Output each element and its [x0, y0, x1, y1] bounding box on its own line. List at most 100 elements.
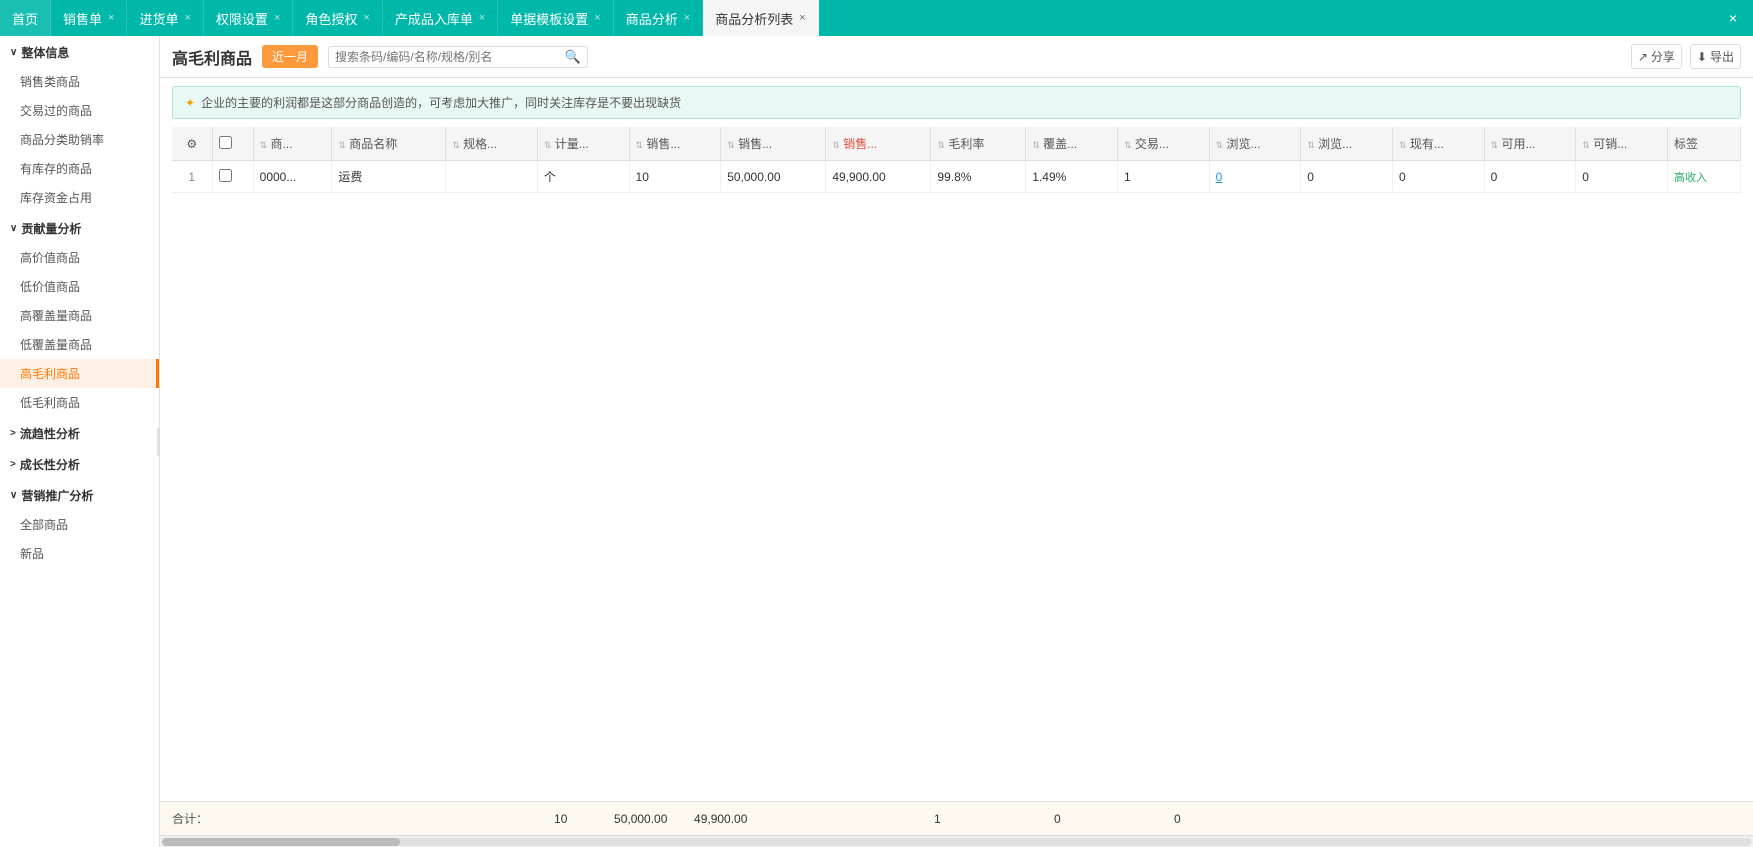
sidebar-item-category-rate[interactable]: 商品分类助销率 — [0, 125, 159, 154]
tab-close-icon[interactable]: × — [363, 12, 369, 24]
scrollbar-track[interactable] — [162, 838, 1751, 846]
summary-empty2 — [848, 812, 928, 826]
tab-purchase-order[interactable]: 进货单 × — [127, 0, 203, 36]
info-banner: ✦ 企业的主要的利润都是这部分商品创造的，可考虑加大推广，同时关注库存是不要出现… — [172, 86, 1741, 119]
tab-template-settings[interactable]: 单据模板设置 × — [498, 0, 613, 36]
export-icon: ⬇ — [1697, 50, 1707, 64]
th-available[interactable]: ⇅ 可用... — [1484, 127, 1576, 161]
data-table: ⚙ ⇅ 商... ⇅ 商品名称 — [172, 127, 1741, 193]
sidebar-item-high-margin[interactable]: 高毛利商品 — [0, 359, 159, 388]
th-sellable[interactable]: ⇅ 可销... — [1576, 127, 1668, 161]
th-sales-amount[interactable]: ⇅ 销售... — [721, 127, 826, 161]
tab-close-icon[interactable]: × — [108, 12, 114, 24]
sidebar-item-low-value[interactable]: 低价值商品 — [0, 272, 159, 301]
sidebar-group-trend[interactable]: > 流趋性分析 — [0, 417, 159, 448]
main-layout: 《 ∨ 整体信息 销售类商品 交易过的商品 商品分类助销率 有库存的商品 库存资… — [0, 36, 1753, 847]
sidebar-group-contribution[interactable]: ∨ 贡献量分析 — [0, 212, 159, 243]
th-browse1[interactable]: ⇅ 浏览... — [1209, 127, 1301, 161]
export-button[interactable]: ⬇ 导出 — [1690, 44, 1741, 69]
th-code[interactable]: ⇅ 商... — [253, 127, 332, 161]
share-button[interactable]: ↗ 分享 — [1631, 44, 1682, 69]
tab-close-icon[interactable]: × — [274, 12, 280, 24]
cell-sellable: 0 — [1576, 161, 1668, 193]
th-trade[interactable]: ⇅ 交易... — [1117, 127, 1209, 161]
sidebar-item-all-goods[interactable]: 全部商品 — [0, 510, 159, 539]
summary-amount-val: 50,000.00 — [608, 812, 688, 826]
sidebar-group-marketing[interactable]: ∨ 营销推广分析 — [0, 479, 159, 510]
summary-trade-val: 1 — [928, 812, 988, 826]
sidebar-item-high-coverage[interactable]: 高覆盖量商品 — [0, 301, 159, 330]
sidebar-group-overall[interactable]: ∨ 整体信息 — [0, 36, 159, 67]
filter-period-button[interactable]: 近一月 — [262, 45, 318, 68]
summary-profit-val: 49,900.00 — [688, 812, 768, 826]
search-icon[interactable]: 🔍 — [565, 49, 581, 65]
browse1-link[interactable]: 0 — [1216, 170, 1223, 184]
cell-tag: 高收入 — [1667, 161, 1740, 193]
th-gross-margin[interactable]: ⇅ 毛利率 — [931, 127, 1026, 161]
sidebar-group-growth[interactable]: > 成长性分析 — [0, 448, 159, 479]
data-table-container[interactable]: ⚙ ⇅ 商... ⇅ 商品名称 — [172, 127, 1741, 801]
cell-checkbox[interactable] — [212, 161, 253, 193]
tab-close-icon[interactable]: × — [594, 12, 600, 24]
select-all-checkbox[interactable] — [219, 136, 232, 149]
sort-arrows: ⇅ — [338, 140, 346, 150]
cell-browse2: 0 — [1301, 161, 1393, 193]
th-settings[interactable]: ⚙ — [172, 127, 212, 161]
close-all-button[interactable]: × — [1721, 0, 1745, 36]
tab-product-analysis[interactable]: 商品分析 × — [614, 0, 703, 36]
summary-empty1 — [768, 812, 848, 826]
table-header-row: ⚙ ⇅ 商... ⇅ 商品名称 — [172, 127, 1741, 161]
summary-label: 合计： — [172, 810, 208, 827]
footer-summary: 合计： 10 50,000.00 49,900.00 1 0 0 — [160, 801, 1753, 835]
sidebar-item-low-coverage[interactable]: 低覆盖量商品 — [0, 330, 159, 359]
tab-home[interactable]: 首页 — [0, 0, 51, 36]
cell-code: 0000... — [253, 161, 332, 193]
chevron-right-icon: > — [10, 459, 16, 470]
th-sales-profit[interactable]: ⇅ 销售... — [826, 127, 931, 161]
horizontal-scrollbar[interactable] — [160, 835, 1753, 847]
th-sales-qty[interactable]: ⇅ 销售... — [629, 127, 721, 161]
sort-arrows: ⇅ — [832, 140, 840, 150]
th-current-stock[interactable]: ⇅ 现有... — [1392, 127, 1484, 161]
scrollbar-thumb[interactable] — [162, 838, 400, 846]
sort-arrows: ⇅ — [260, 140, 268, 150]
sort-arrows: ⇅ — [636, 140, 644, 150]
sort-arrows: ⇅ — [1124, 140, 1132, 150]
sidebar-collapse-button[interactable]: 《 — [157, 428, 160, 456]
summary-available-val: 0 — [1168, 812, 1228, 826]
th-spec[interactable]: ⇅ 规格... — [446, 127, 538, 161]
sort-arrows: ⇅ — [1582, 140, 1590, 150]
tab-close-icon[interactable]: × — [184, 12, 190, 24]
th-unit[interactable]: ⇅ 计量... — [537, 127, 629, 161]
th-tag[interactable]: 标签 — [1667, 127, 1740, 161]
th-coverage[interactable]: ⇅ 覆盖... — [1026, 127, 1118, 161]
sidebar-item-traded-goods[interactable]: 交易过的商品 — [0, 96, 159, 125]
sidebar-item-in-stock-goods[interactable]: 有库存的商品 — [0, 154, 159, 183]
th-browse2[interactable]: ⇅ 浏览... — [1301, 127, 1393, 161]
tab-sales-order[interactable]: 销售单 × — [51, 0, 127, 36]
tab-close-icon[interactable]: × — [799, 12, 805, 24]
share-icon: ↗ — [1638, 50, 1648, 64]
sidebar-item-sales-goods[interactable]: 销售类商品 — [0, 67, 159, 96]
tab-roles[interactable]: 角色授权 × — [293, 0, 382, 36]
cell-coverage: 1.49% — [1026, 161, 1118, 193]
sidebar-item-low-margin[interactable]: 低毛利商品 — [0, 388, 159, 417]
tag-badge: 高收入 — [1674, 172, 1707, 184]
tab-product-analysis-list[interactable]: 商品分析列表 × — [703, 0, 818, 36]
sidebar-item-high-value[interactable]: 高价值商品 — [0, 243, 159, 272]
sidebar-item-stock-capital[interactable]: 库存资金占用 — [0, 183, 159, 212]
search-input[interactable] — [335, 50, 565, 64]
sort-arrows: ⇅ — [1399, 140, 1407, 150]
row-checkbox[interactable] — [219, 169, 232, 182]
th-name[interactable]: ⇅ 商品名称 — [332, 127, 446, 161]
summary-empty5 — [1228, 812, 1288, 826]
tab-close-icon[interactable]: × — [479, 12, 485, 24]
cell-browse1[interactable]: 0 — [1209, 161, 1301, 193]
cell-index: 1 — [172, 161, 212, 193]
th-checkbox[interactable] — [212, 127, 253, 161]
tab-close-icon[interactable]: × — [684, 12, 690, 24]
tab-permissions[interactable]: 权限设置 × — [204, 0, 293, 36]
tab-product-warehouse[interactable]: 产成品入库单 × — [383, 0, 498, 36]
sort-arrows: ⇅ — [1307, 140, 1315, 150]
sidebar-item-new-goods[interactable]: 新品 — [0, 539, 159, 568]
